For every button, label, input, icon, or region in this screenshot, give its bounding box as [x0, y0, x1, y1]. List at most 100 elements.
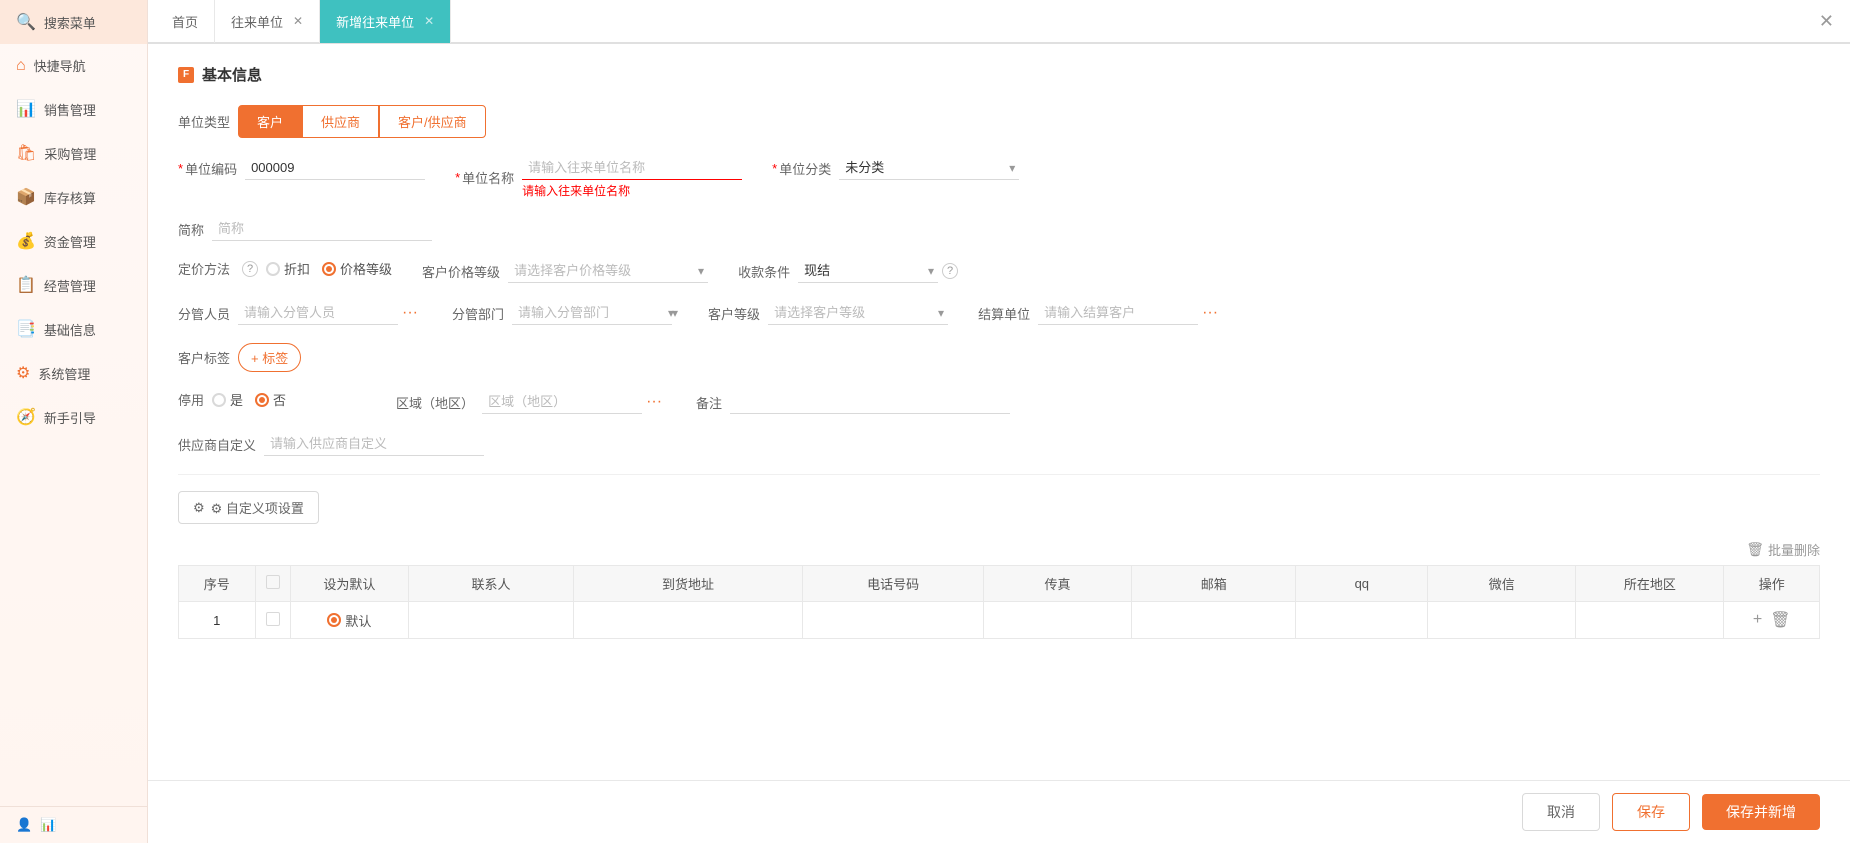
- tab-new-partner-close[interactable]: ✕: [424, 14, 434, 28]
- email-input[interactable]: [1174, 613, 1254, 628]
- unit-name-input[interactable]: [522, 156, 742, 180]
- sidebar-item-sales[interactable]: 📊 销售管理: [0, 87, 147, 131]
- custom-settings-button[interactable]: ⚙ ⚙ 自定义项设置: [178, 491, 319, 524]
- sidebar-item-basic[interactable]: 📑 基础信息: [0, 307, 147, 351]
- select-all-checkbox[interactable]: [266, 575, 280, 589]
- supplier-custom-row: 供应商自定义: [178, 432, 1820, 456]
- unit-type-label: 单位类型: [178, 112, 230, 131]
- qq-input[interactable]: [1332, 613, 1392, 628]
- fax-input[interactable]: [1022, 613, 1092, 628]
- sidebar-item-guide[interactable]: 🧭 新手引导: [0, 395, 147, 439]
- disabled-no-circle: [255, 393, 269, 407]
- unit-type-supplier[interactable]: 供应商: [302, 105, 379, 138]
- unit-type-both[interactable]: 客户/供应商: [379, 105, 486, 138]
- address-input[interactable]: [628, 613, 748, 628]
- department-dropdown-arrow[interactable]: ▾: [672, 306, 678, 320]
- unit-type-customer[interactable]: 客户: [238, 105, 302, 138]
- batch-delete-label[interactable]: 批量删除: [1768, 540, 1820, 559]
- sidebar-item-quicknav[interactable]: ⌂ 快捷导航: [0, 44, 147, 87]
- sidebar: 🔍 搜索菜单 ⌂ 快捷导航 📊 销售管理 🛍 采购管理 📦 库存核算 💰 资金管…: [0, 0, 148, 843]
- manager-row: 分管人员 ··· 分管部门 ▾ 客户等级 请选择客户等级: [178, 301, 1820, 325]
- table-header-row: 序号 设为默认 联系人 到货地址 电话号码 传真 邮箱 qq 微信 所在地区 操…: [179, 566, 1820, 602]
- unit-code-required: *: [178, 161, 183, 176]
- sidebar-item-finance[interactable]: 💰 资金管理: [0, 219, 147, 263]
- pricing-level-radio[interactable]: 价格等级: [322, 259, 392, 278]
- cancel-button[interactable]: 取消: [1522, 793, 1600, 831]
- row-delete-btn[interactable]: 🗑: [1770, 610, 1790, 630]
- row-phone: [803, 602, 984, 639]
- tab-partners-close[interactable]: ✕: [293, 14, 303, 28]
- clipboard-icon: 📋: [16, 275, 36, 295]
- table-body: 1 默认: [179, 602, 1820, 639]
- customer-price-level-select[interactable]: 请选择客户价格等级: [508, 259, 708, 283]
- customer-level-group: 客户等级 请选择客户等级: [708, 301, 948, 325]
- row-default-radio[interactable]: 默认: [301, 611, 399, 630]
- pricing-method-label: 定价方法: [178, 259, 230, 278]
- th-default: 设为默认: [290, 566, 409, 602]
- supplier-custom-input[interactable]: [264, 432, 484, 456]
- sidebar-item-operations[interactable]: 📋 经营管理: [0, 263, 147, 307]
- bag-icon: 🛍: [16, 143, 36, 163]
- customer-level-select[interactable]: 请选择客户等级: [768, 301, 948, 325]
- settlement-more-btn[interactable]: ···: [1198, 304, 1222, 322]
- short-name-row: 简称: [178, 217, 1820, 241]
- disabled-yes-radio[interactable]: 是: [212, 390, 243, 409]
- sidebar-item-purchase[interactable]: 🛍 采购管理: [0, 131, 147, 175]
- sidebar-item-system[interactable]: ⚙ 系统管理: [0, 351, 147, 395]
- pricing-help-icon[interactable]: ?: [242, 261, 258, 277]
- customer-price-level-group: 客户价格等级 请选择客户价格等级: [422, 259, 708, 283]
- remarks-input[interactable]: [730, 390, 1010, 414]
- settlement-unit-input[interactable]: [1038, 301, 1198, 325]
- row-region-input[interactable]: [1615, 613, 1685, 628]
- default-radio-label: 默认: [345, 611, 371, 630]
- pricing-level-circle: [322, 262, 336, 276]
- row-email: [1132, 602, 1296, 639]
- payment-terms-select[interactable]: 现结: [798, 259, 938, 283]
- disabled-label: 停用: [178, 390, 204, 409]
- gear-icon: ⚙: [16, 363, 30, 383]
- th-checkbox: [255, 566, 290, 602]
- row-fax: [983, 602, 1131, 639]
- manager-input[interactable]: [238, 301, 398, 325]
- payment-help-icon[interactable]: ?: [942, 263, 958, 279]
- region-more-btn[interactable]: ···: [642, 393, 666, 411]
- remarks-label: 备注: [696, 393, 722, 412]
- department-input[interactable]: [512, 301, 672, 325]
- add-tag-button[interactable]: + 标签: [238, 343, 301, 372]
- disabled-row: 停用 是 否 区域（地区） ··· 备注: [178, 390, 1820, 414]
- unit-code-group: * 单位编码: [178, 156, 425, 180]
- wechat-input[interactable]: [1467, 613, 1537, 628]
- unit-code-input[interactable]: [245, 156, 425, 180]
- tab-partners[interactable]: 往来单位 ✕: [215, 0, 320, 43]
- tab-new-partner[interactable]: 新增往来单位 ✕: [320, 0, 451, 43]
- short-name-input[interactable]: [212, 217, 432, 241]
- home-icon: ⌂: [16, 57, 26, 75]
- table-row: 1 默认: [179, 602, 1820, 639]
- save-new-button[interactable]: 保存并新增: [1702, 794, 1820, 830]
- pricing-radio-group: 折扣 价格等级: [266, 259, 392, 278]
- doc-icon: 📑: [16, 319, 36, 339]
- unit-category-select[interactable]: 未分类: [839, 156, 1019, 180]
- row-checkbox[interactable]: [266, 612, 280, 626]
- sidebar-item-inventory[interactable]: 📦 库存核算: [0, 175, 147, 219]
- phone-input[interactable]: [848, 613, 938, 628]
- manager-group: 分管人员 ···: [178, 301, 422, 325]
- sidebar-item-search[interactable]: 🔍 搜索菜单: [0, 0, 147, 44]
- window-close-icon[interactable]: ✕: [1811, 11, 1842, 32]
- unit-type-group: 单位类型 客户 供应商 客户/供应商: [178, 105, 486, 138]
- table-header: 序号 设为默认 联系人 到货地址 电话号码 传真 邮箱 qq 微信 所在地区 操…: [179, 566, 1820, 602]
- unit-type-buttons: 客户 供应商 客户/供应商: [238, 105, 486, 138]
- sidebar-label-system: 系统管理: [38, 364, 90, 383]
- disabled-group: 停用 是 否: [178, 390, 286, 409]
- save-button[interactable]: 保存: [1612, 793, 1690, 831]
- pricing-discount-radio[interactable]: 折扣: [266, 259, 310, 278]
- manager-more-btn[interactable]: ···: [398, 304, 422, 322]
- tags-group: 客户标签 + 标签: [178, 343, 301, 372]
- divider: [178, 474, 1820, 475]
- disabled-no-radio[interactable]: 否: [255, 390, 286, 409]
- contact-input[interactable]: [451, 613, 531, 628]
- tab-home[interactable]: 首页: [156, 0, 215, 43]
- region-input[interactable]: [482, 390, 642, 414]
- row-add-btn[interactable]: +: [1753, 611, 1762, 629]
- default-radio-circle: [327, 613, 341, 627]
